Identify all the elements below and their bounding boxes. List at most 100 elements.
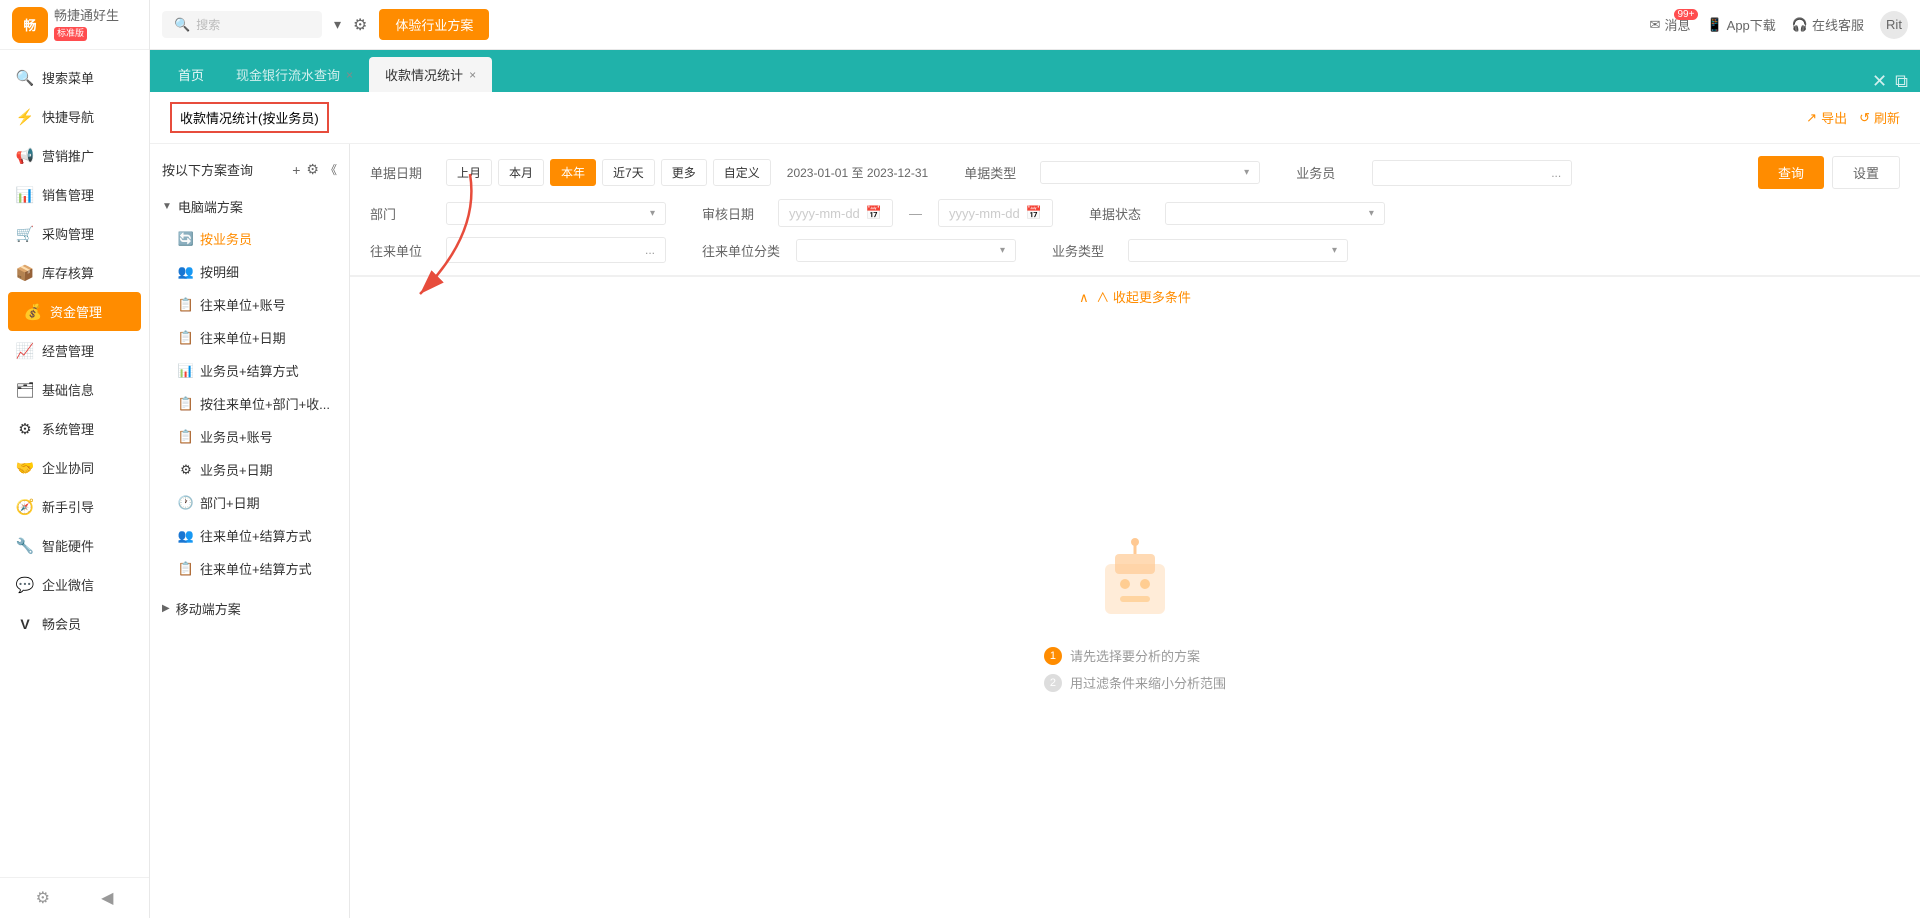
settings-btn[interactable]: 设置 [1832, 156, 1900, 189]
query-btn[interactable]: 查询 [1758, 156, 1824, 189]
salesperson-more-icon[interactable]: ... [1551, 166, 1561, 180]
empty-state: 1 请先选择要分析的方案 2 用过滤条件来缩小分析范围 [1044, 534, 1226, 700]
message-icon: ✉ [1650, 17, 1661, 33]
sidebar-item-quick-nav[interactable]: ⚡ 快捷导航 [0, 97, 149, 136]
sidebar-item-inventory[interactable]: 📦 库存核算 [0, 253, 149, 292]
sidebar-item-smart-hw[interactable]: 🔧 智能硬件 [0, 526, 149, 565]
messages-btn[interactable]: ✉ 消息 99+ [1650, 15, 1691, 34]
sidebar-item-capital[interactable]: 💰 资金管理 [8, 292, 141, 331]
detail-scheme-icon: 👥 [178, 264, 194, 280]
scheme-item-counterpart-settle1[interactable]: 👥 往来单位+结算方式 [150, 519, 349, 552]
counterpart-more-icon[interactable]: ... [645, 243, 655, 257]
counterpart-dept-icon: 📋 [178, 396, 194, 412]
trial-btn[interactable]: 体验行业方案 [379, 9, 489, 40]
dept-date-icon: 🕐 [178, 495, 194, 511]
doc-type-arrow-icon: ▾ [1244, 167, 1249, 178]
collapse-bar[interactable]: ∧ ∧ 收起更多条件 [350, 276, 1920, 316]
scheme-item-by-detail[interactable]: 👥 按明细 [150, 255, 349, 288]
empty-step-2: 2 用过滤条件来缩小分析范围 [1044, 673, 1226, 692]
sidebar-item-guide[interactable]: 🧭 新手引导 [0, 487, 149, 526]
sidebar-item-system[interactable]: ⚙ 系统管理 [0, 409, 149, 448]
purchase-icon: 🛒 [16, 225, 34, 243]
topbar-search[interactable]: 🔍 搜索 [162, 11, 322, 38]
app-download-btn[interactable]: 📱 App下载 [1706, 15, 1775, 34]
dept-select[interactable]: ▾ [446, 202, 666, 225]
sidebar-item-marketing[interactable]: 📢 营销推广 [0, 136, 149, 175]
tab-bank-flow[interactable]: 现金银行流水查询 × [220, 57, 369, 92]
sidebar-item-enterprise[interactable]: 🤝 企业协同 [0, 448, 149, 487]
counterpart-date-icon: 📋 [178, 330, 194, 346]
scheme-desktop-header[interactable]: ▼ 电脑端方案 [150, 191, 349, 222]
content-area: 按以下方案查询 + ⚙ 《 ▼ 电脑端方案 🔄 按业务员 👥 [150, 144, 1920, 918]
tab-bank-flow-close[interactable]: × [346, 68, 353, 82]
logo-text: 畅捷通好生 标准版 [54, 8, 119, 41]
scheme-item-by-salesperson[interactable]: 🔄 按业务员 [150, 222, 349, 255]
refresh-icon: ↺ [1859, 110, 1870, 126]
system-icon: ⚙ [16, 420, 34, 438]
sidebar-item-operation[interactable]: 📈 经营管理 [0, 331, 149, 370]
scheme-item-counterpart-settle2[interactable]: 📋 往来单位+结算方式 [150, 552, 349, 585]
scheme-item-salesperson-settle[interactable]: 📊 业务员+结算方式 [150, 354, 349, 387]
date-btn-custom[interactable]: 自定义 [713, 159, 771, 186]
sidebar-item-wechat[interactable]: 💬 企业微信 [0, 565, 149, 604]
sidebar-item-sales[interactable]: 📊 销售管理 [0, 175, 149, 214]
online-service-btn[interactable]: 🎧 在线客服 [1792, 15, 1864, 34]
scheme-item-counterpart-date[interactable]: 📋 往来单位+日期 [150, 321, 349, 354]
topbar-dropdown-icon[interactable]: ▾ [334, 16, 341, 33]
scheme-mobile-header[interactable]: ▶ 移动端方案 [150, 593, 349, 624]
sidebar-item-purchase[interactable]: 🛒 采购管理 [0, 214, 149, 253]
topbar: 🔍 搜索 ▾ ⚙ 体验行业方案 ✉ 消息 99+ 📱 App下载 🎧 在线客服 … [150, 0, 1920, 50]
empty-steps-list: 1 请先选择要分析的方案 2 用过滤条件来缩小分析范围 [1044, 646, 1226, 700]
sidebar-collapse-btn[interactable]: ◀ [101, 888, 113, 908]
date-btn-this-month[interactable]: 本月 [498, 159, 544, 186]
counterpart-category-label: 往来单位分类 [702, 241, 780, 260]
tab-home[interactable]: 首页 [162, 57, 220, 92]
mobile-arrow-icon: ▶ [162, 603, 170, 614]
date-btn-last-month[interactable]: 上月 [446, 159, 492, 186]
guide-icon: 🧭 [16, 498, 34, 516]
business-type-label: 业务类型 [1052, 241, 1112, 260]
scheme-settings-btn[interactable]: ⚙ [306, 161, 319, 178]
scheme-item-salesperson-date[interactable]: ⚙ 业务员+日期 [150, 453, 349, 486]
window-close-btn[interactable]: ✕ [1872, 71, 1887, 92]
doc-type-select[interactable]: ▾ [1040, 161, 1260, 184]
business-type-select[interactable]: ▾ [1128, 239, 1348, 262]
sidebar-item-vip[interactable]: V 畅会员 [0, 604, 149, 643]
scheme-item-dept-date[interactable]: 🕐 部门+日期 [150, 486, 349, 519]
counterpart-select[interactable]: ... [446, 237, 666, 263]
window-controls: ✕ ⧉ [1872, 71, 1908, 92]
tab-collect-stats-close[interactable]: × [469, 68, 476, 82]
topbar-gear-icon[interactable]: ⚙ [353, 15, 367, 35]
smart-hw-icon: 🔧 [16, 537, 34, 555]
export-btn[interactable]: ↗ 导出 [1806, 108, 1847, 127]
tab-collect-stats[interactable]: 收款情况统计 × [369, 57, 492, 92]
review-date-end[interactable]: yyyy-mm-dd 📅 [938, 199, 1053, 227]
salesperson-select[interactable]: ... [1372, 160, 1572, 186]
scheme-header: 按以下方案查询 + ⚙ 《 [150, 152, 349, 187]
scheme-item-counterpart-account[interactable]: 📋 往来单位+账号 [150, 288, 349, 321]
doc-status-select[interactable]: ▾ [1165, 202, 1385, 225]
window-maximize-btn[interactable]: ⧉ [1895, 71, 1908, 92]
counterpart-category-select[interactable]: ▾ [796, 239, 1016, 262]
sidebar-settings-btn[interactable]: ⚙ [36, 888, 50, 908]
user-avatar[interactable]: Rit [1880, 11, 1908, 39]
logo-icon: 畅 [12, 7, 48, 43]
date-btn-more[interactable]: 更多 [661, 159, 707, 186]
scheme-collapse-btn[interactable]: 《 [325, 161, 337, 178]
review-date-start[interactable]: yyyy-mm-dd 📅 [778, 199, 893, 227]
doc-type-label: 单据类型 [964, 163, 1024, 182]
empty-step-1: 1 请先选择要分析的方案 [1044, 646, 1226, 665]
scheme-add-btn[interactable]: + [292, 162, 300, 178]
sidebar-item-basic-info[interactable]: 🗂 基础信息 [0, 370, 149, 409]
date-btn-7days[interactable]: 近7天 [602, 159, 655, 186]
date-dash: — [909, 206, 922, 221]
doc-status-arrow-icon: ▾ [1369, 208, 1374, 219]
date-btn-this-year[interactable]: 本年 [550, 159, 596, 186]
filter-area: 单据日期 上月 本月 本年 近7天 更多 自定义 2023-01-01 至 20… [350, 144, 1920, 276]
refresh-btn[interactable]: ↺ 刷新 [1859, 108, 1900, 127]
sidebar-item-search[interactable]: 🔍 搜索菜单 [0, 58, 149, 97]
counterpart-account-icon: 📋 [178, 297, 194, 313]
calendar-icon: 📅 [866, 205, 882, 221]
scheme-item-counterpart-dept[interactable]: 📋 按往来单位+部门+收... [150, 387, 349, 420]
scheme-item-salesperson-account[interactable]: 📋 业务员+账号 [150, 420, 349, 453]
